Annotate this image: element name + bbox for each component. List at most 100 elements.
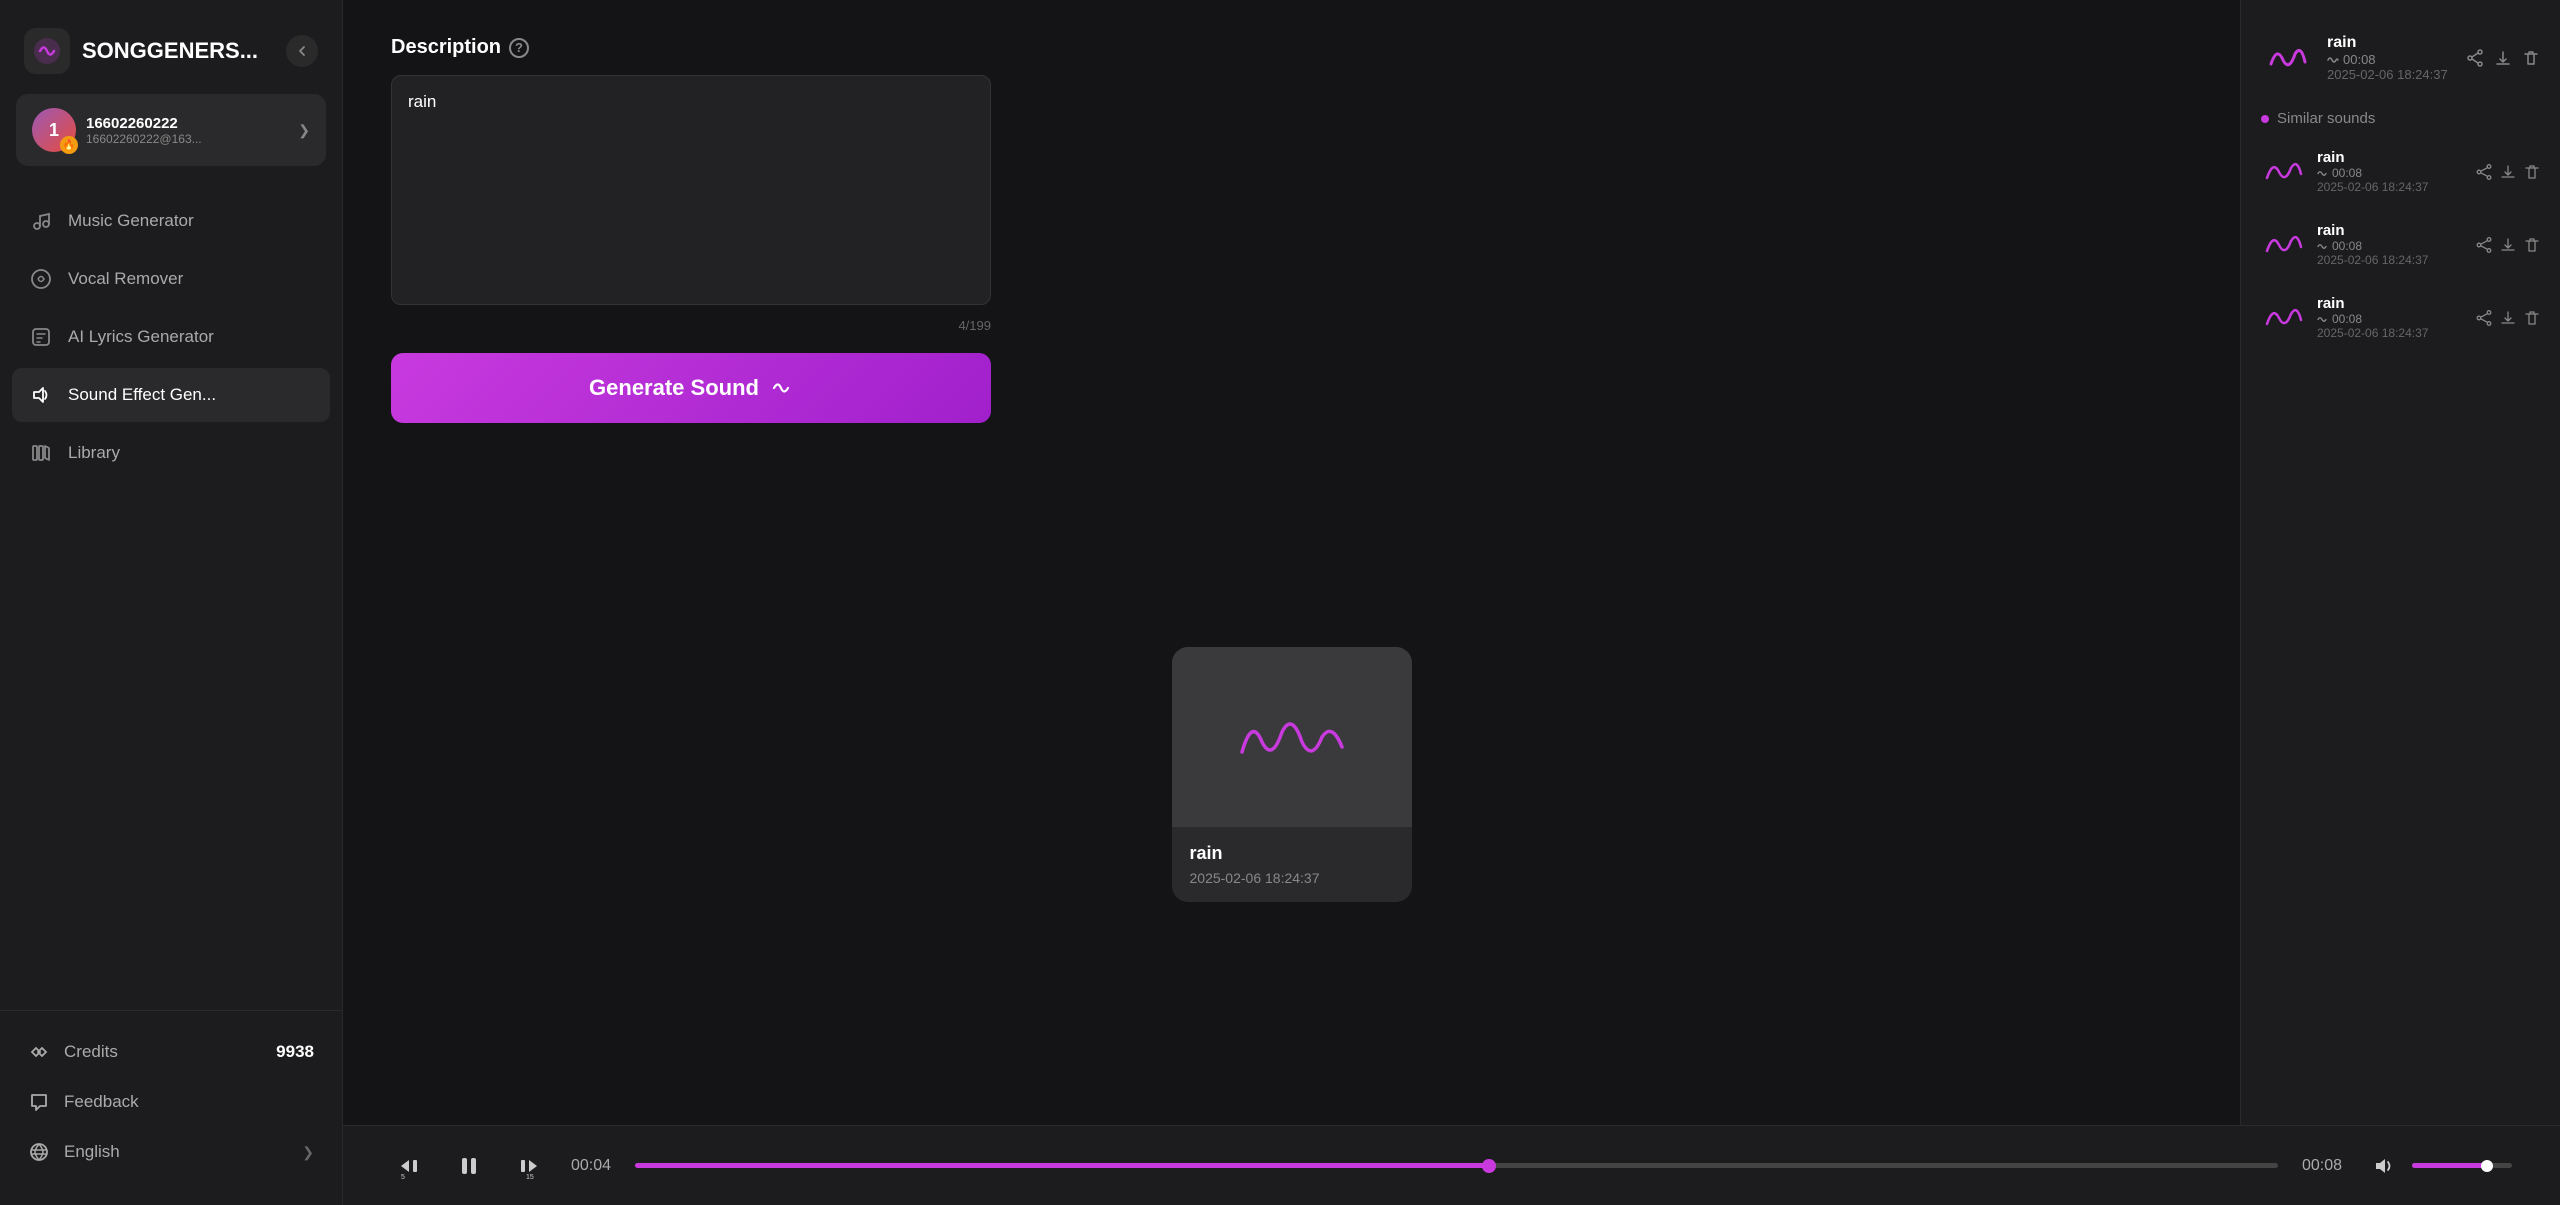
user-email: 16602260222@163... xyxy=(86,132,288,146)
similar-share-2[interactable] xyxy=(2476,310,2492,326)
similar-actions-2 xyxy=(2476,310,2540,326)
sidebar-item-label-library: Library xyxy=(68,443,120,463)
rewind-button[interactable]: 5 xyxy=(391,1148,427,1184)
description-label: Description ? xyxy=(391,36,1091,59)
progress-fill xyxy=(635,1163,1489,1168)
featured-item[interactable]: rain 00:08 2025-02-06 18:24:37 xyxy=(2241,16,2560,100)
featured-share-button[interactable] xyxy=(2466,49,2484,67)
music-generator-icon xyxy=(28,208,54,234)
waveform-tiny-icon-1 xyxy=(2317,241,2328,252)
feedback-icon xyxy=(28,1091,50,1113)
similar-download-2[interactable] xyxy=(2500,310,2516,326)
ai-lyrics-icon xyxy=(28,324,54,350)
credits-value: 9938 xyxy=(276,1042,314,1062)
featured-info: rain 00:08 2025-02-06 18:24:37 xyxy=(2327,34,2452,82)
player-bar: 5 15 00:04 00:08 xyxy=(343,1125,2560,1205)
progress-container[interactable] xyxy=(635,1163,2278,1168)
credits-icon xyxy=(28,1041,50,1063)
similar-meta-2: 00:08 xyxy=(2317,312,2464,326)
globe-icon xyxy=(28,1141,50,1163)
volume-thumb xyxy=(2481,1160,2493,1172)
volume-section xyxy=(2366,1148,2512,1184)
similar-dot-icon xyxy=(2261,115,2269,123)
feedback-item[interactable]: Feedback xyxy=(20,1077,322,1127)
waveform-tiny-icon-2 xyxy=(2317,314,2328,325)
sidebar-item-label-music-generator: Music Generator xyxy=(68,211,194,231)
user-profile[interactable]: 1 🔥 16602260222 16602260222@163... ❯ xyxy=(16,94,326,166)
total-time: 00:08 xyxy=(2302,1157,2342,1175)
similar-delete-1[interactable] xyxy=(2524,237,2540,253)
nav-items: Music Generator Vocal Remover AI Lyrics … xyxy=(0,186,342,1010)
sidebar-item-label-ai-lyrics: AI Lyrics Generator xyxy=(68,327,214,347)
app-logo-icon xyxy=(24,28,70,74)
featured-actions xyxy=(2466,49,2540,67)
similar-name-0: rain xyxy=(2317,149,2464,166)
sidebar-logo: SONGGENERS... xyxy=(0,0,342,94)
similar-waveform-0 xyxy=(2261,150,2305,194)
similar-item-1[interactable]: rain 00:08 2025-02-06 18:24:37 xyxy=(2241,208,2560,281)
library-icon xyxy=(28,440,54,466)
similar-waveform-2 xyxy=(2261,296,2305,340)
user-id: 16602260222 xyxy=(86,115,288,132)
sound-effect-icon xyxy=(28,382,54,408)
sound-card-info: rain 2025-02-06 18:24:37 xyxy=(1172,827,1412,902)
vocal-remover-icon xyxy=(28,266,54,292)
generate-sound-button[interactable]: Generate Sound xyxy=(391,353,991,423)
description-help-icon[interactable]: ? xyxy=(509,38,529,58)
similar-delete-0[interactable] xyxy=(2524,164,2540,180)
featured-delete-button[interactable] xyxy=(2522,49,2540,67)
similar-date-0: 2025-02-06 18:24:37 xyxy=(2317,180,2464,194)
similar-download-0[interactable] xyxy=(2500,164,2516,180)
similar-actions-1 xyxy=(2476,237,2540,253)
progress-track[interactable] xyxy=(635,1163,2278,1168)
language-item[interactable]: English ❯ xyxy=(20,1127,322,1177)
similar-item-2[interactable]: rain 00:08 2025-02-06 18:24:37 xyxy=(2241,281,2560,354)
svg-text:15: 15 xyxy=(526,1174,534,1180)
collapse-sidebar-button[interactable] xyxy=(286,35,318,67)
language-label: English xyxy=(64,1142,120,1162)
main-area: Description ? rain 4/199 Generate Sound xyxy=(343,0,2560,1205)
main-content: Description ? rain 4/199 Generate Sound xyxy=(343,0,2240,1205)
waveform-small-icon xyxy=(2327,54,2339,66)
similar-name-1: rain xyxy=(2317,222,2464,239)
feedback-label: Feedback xyxy=(64,1092,139,1112)
similar-share-0[interactable] xyxy=(2476,164,2492,180)
pause-button[interactable] xyxy=(451,1148,487,1184)
sidebar-item-vocal-remover[interactable]: Vocal Remover xyxy=(12,252,330,306)
generate-sound-label: Generate Sound xyxy=(589,375,759,401)
credits-item[interactable]: Credits 9938 xyxy=(20,1027,322,1077)
volume-track[interactable] xyxy=(2412,1163,2512,1168)
waveform-tiny-icon xyxy=(2317,168,2328,179)
featured-download-button[interactable] xyxy=(2494,49,2512,67)
sidebar-item-label-vocal-remover: Vocal Remover xyxy=(68,269,183,289)
forward-button[interactable]: 15 xyxy=(511,1148,547,1184)
volume-button[interactable] xyxy=(2366,1148,2402,1184)
svg-text:5: 5 xyxy=(401,1174,405,1180)
app-name: SONGGENERS... xyxy=(82,38,258,64)
sound-card-name: rain xyxy=(1190,843,1394,864)
sidebar-item-label-sound-effect: Sound Effect Gen... xyxy=(68,385,216,405)
similar-meta-0: 00:08 xyxy=(2317,166,2464,180)
similar-actions-0 xyxy=(2476,164,2540,180)
credits-label: Credits xyxy=(64,1042,118,1062)
sidebar-item-music-generator[interactable]: Music Generator xyxy=(12,194,330,248)
sidebar-item-sound-effect[interactable]: Sound Effect Gen... xyxy=(12,368,330,422)
similar-info-0: rain 00:08 2025-02-06 18:24:37 xyxy=(2317,149,2464,194)
current-time: 00:04 xyxy=(571,1157,611,1175)
sound-card-waveform xyxy=(1232,697,1352,777)
similar-name-2: rain xyxy=(2317,295,2464,312)
sidebar-item-ai-lyrics[interactable]: AI Lyrics Generator xyxy=(12,310,330,364)
similar-item-0[interactable]: rain 00:08 2025-02-06 18:24:37 xyxy=(2241,135,2560,208)
similar-sounds-label: Similar sounds xyxy=(2277,110,2375,127)
user-badge: 🔥 xyxy=(60,136,78,154)
similar-waveform-1 xyxy=(2261,223,2305,267)
similar-share-1[interactable] xyxy=(2476,237,2492,253)
sidebar-item-library[interactable]: Library xyxy=(12,426,330,480)
description-input[interactable]: rain xyxy=(391,75,991,305)
sound-card[interactable]: rain 2025-02-06 18:24:37 xyxy=(1172,647,1412,902)
language-chevron-icon: ❯ xyxy=(302,1144,314,1161)
similar-delete-2[interactable] xyxy=(2524,310,2540,326)
content-center: rain 2025-02-06 18:24:37 xyxy=(391,423,2192,1205)
generate-icon xyxy=(769,376,793,400)
similar-download-1[interactable] xyxy=(2500,237,2516,253)
